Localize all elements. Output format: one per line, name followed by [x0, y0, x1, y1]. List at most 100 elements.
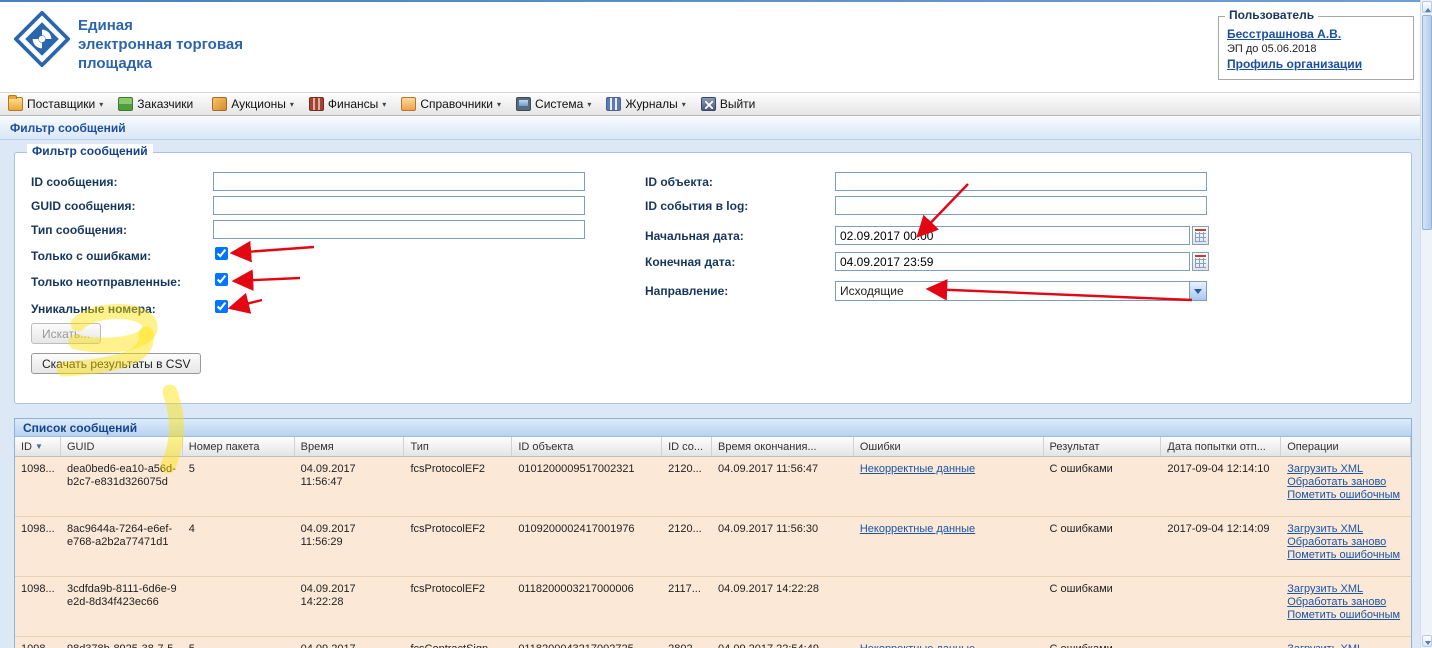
dropdown-arrow-icon[interactable] [1189, 282, 1206, 300]
auction-gavel-icon [212, 97, 228, 111]
column-label: Дата попытки отп... [1167, 440, 1266, 453]
column-label: GUID [66, 440, 95, 453]
column-header-time[interactable]: Время [295, 437, 405, 456]
menu-item-system[interactable]: Система ▾ [516, 97, 591, 111]
only-errors-checkbox[interactable] [215, 247, 228, 260]
chevron-down-icon: ▾ [289, 99, 294, 109]
direction-label: Направление: [645, 284, 729, 298]
only-errors-label: Только с ошибками: [31, 249, 152, 263]
message-type-input[interactable] [213, 220, 585, 239]
org-profile-link[interactable]: Профиль организации [1227, 57, 1405, 72]
scrollbar-thumb[interactable] [1422, 15, 1432, 230]
cell-time: 04.09.2017 14:22:28 [300, 583, 356, 608]
load-xml-link[interactable]: Загрузить XML [1287, 463, 1405, 476]
cell-operations: Загрузить XML Обработать заново Пометить… [1281, 517, 1411, 576]
scroll-down-arrow-icon[interactable] [1422, 635, 1432, 647]
end-date-input[interactable] [835, 252, 1190, 271]
column-label: Ошибки [859, 440, 901, 453]
suppliers-folder-icon [8, 95, 23, 111]
column-label: Время [300, 440, 334, 453]
errors-link[interactable]: Некорректные данные [860, 523, 975, 535]
load-xml-link[interactable]: Загрузить XML [1287, 583, 1405, 596]
unique-numbers-label: Уникальные номера: [31, 302, 156, 316]
direction-selected-value: Исходящие [840, 284, 904, 298]
log-event-id-label: ID события в log: [645, 199, 749, 213]
download-csv-button[interactable]: Скачать результаты в CSV [31, 353, 202, 374]
reprocess-link[interactable]: Обработать заново [1287, 596, 1405, 609]
column-header-event-id[interactable]: ID со... [662, 437, 713, 456]
menu-item-customers[interactable]: Заказчики [118, 97, 197, 111]
direction-select[interactable]: Исходящие [835, 281, 1207, 301]
logo-title: Единая электронная торговая площадка [78, 16, 243, 73]
cell-time: 04.09.2017 11:56:47 [300, 463, 356, 488]
header: Единая электронная торговая площадка Пол… [0, 2, 1420, 92]
menu-item-suppliers[interactable]: Поставщики ▾ [8, 95, 103, 111]
message-guid-label: GUID сообщения: [31, 199, 136, 213]
menu-label: Журналы [625, 97, 678, 111]
table-title: Список сообщений [15, 419, 1411, 437]
cell-id: 1098... [21, 583, 55, 595]
column-header-id[interactable]: ID ▼ [15, 437, 61, 456]
menu-item-journals[interactable]: Журналы ▾ [606, 97, 686, 111]
mark-erroneous-link[interactable]: Пометить ошибочным [1287, 489, 1405, 502]
mark-erroneous-link[interactable]: Пометить ошибочным [1287, 549, 1405, 562]
menu-label: Выйти [719, 97, 756, 111]
mark-erroneous-link[interactable]: Пометить ошибочным [1287, 609, 1405, 622]
main-menu: Поставщики ▾ Заказчики Аукционы ▾ Финанс… [0, 92, 1420, 116]
end-date-calendar-icon[interactable] [1192, 252, 1209, 271]
scroll-up-arrow-icon[interactable] [1422, 1, 1432, 13]
cell-event-id: 2117... [668, 583, 701, 595]
menu-item-auctions[interactable]: Аукционы ▾ [212, 97, 294, 111]
message-id-input[interactable] [213, 172, 585, 191]
eetp-logo [14, 11, 70, 67]
cell-guid: 98d378b-8925-38-7-5 [61, 637, 183, 648]
column-header-attempt-date[interactable]: Дата попытки отп... [1161, 437, 1282, 456]
column-header-guid[interactable]: GUID [61, 437, 183, 456]
finance-bank-icon [308, 97, 324, 111]
log-event-id-input[interactable] [835, 196, 1207, 215]
cell-object-id: 0101200009517002321 [518, 463, 635, 475]
cell-package-number [183, 577, 295, 636]
column-label: ID объекта [518, 440, 574, 453]
column-header-operations[interactable]: Операции [1281, 437, 1411, 456]
cell-package-number: 4 [188, 523, 195, 535]
vertical-scrollbar[interactable] [1420, 0, 1432, 648]
customers-icon [118, 97, 134, 111]
cell-operations: Загрузить XML Обработать заново Пометить… [1281, 637, 1411, 648]
cell-attempt-date: 2017-09-04 12:14:09 [1167, 523, 1270, 535]
menu-item-reference[interactable]: Справочники ▾ [401, 97, 501, 111]
only-unsent-checkbox[interactable] [215, 273, 228, 286]
column-header-object-id[interactable]: ID объекта [512, 437, 663, 456]
unique-numbers-checkbox[interactable] [215, 300, 228, 313]
page-title: Фильтр сообщений [10, 121, 126, 135]
column-header-package-number[interactable]: Номер пакета [183, 437, 295, 456]
column-header-type[interactable]: Тип [404, 437, 513, 456]
column-header-result[interactable]: Результат [1044, 437, 1162, 456]
cell-end-time: 04.09.2017 22:54:49 [712, 637, 854, 648]
load-xml-link[interactable]: Загрузить XML [1287, 523, 1405, 536]
table-row: 1098... 98d378b-8925-38-7-5 5 04.09.2017… [15, 637, 1411, 648]
cell-result: С ошибками [1049, 523, 1113, 535]
errors-link[interactable]: Некорректные данные [860, 643, 975, 648]
cell-id: 1098... [15, 637, 61, 648]
reprocess-link[interactable]: Обработать заново [1287, 536, 1405, 549]
object-id-label: ID объекта: [645, 175, 713, 189]
column-header-errors[interactable]: Ошибки [854, 437, 1044, 456]
start-date-calendar-icon[interactable] [1192, 226, 1209, 245]
cell-attempt-date [1161, 637, 1281, 648]
search-button[interactable]: Искать... [31, 323, 102, 344]
message-id-label: ID сообщения: [31, 175, 118, 189]
menu-label: Справочники [420, 97, 494, 111]
reprocess-link[interactable]: Обработать заново [1287, 476, 1405, 489]
message-guid-input[interactable] [213, 196, 585, 215]
cell-errors: Некорректные данные [854, 457, 1044, 516]
start-date-input[interactable] [835, 226, 1190, 245]
menu-item-finance[interactable]: Финансы ▾ [308, 97, 386, 111]
column-label: Операции [1287, 440, 1339, 453]
object-id-input[interactable] [835, 172, 1207, 191]
errors-link[interactable]: Некорректные данные [860, 463, 975, 475]
load-xml-link[interactable]: Загрузить XML [1287, 643, 1405, 648]
menu-item-logout[interactable]: Выйти [700, 97, 756, 111]
column-header-end-time[interactable]: Время окончания... [712, 437, 854, 456]
user-name-link[interactable]: Бесстрашнова А.В. [1227, 27, 1405, 42]
